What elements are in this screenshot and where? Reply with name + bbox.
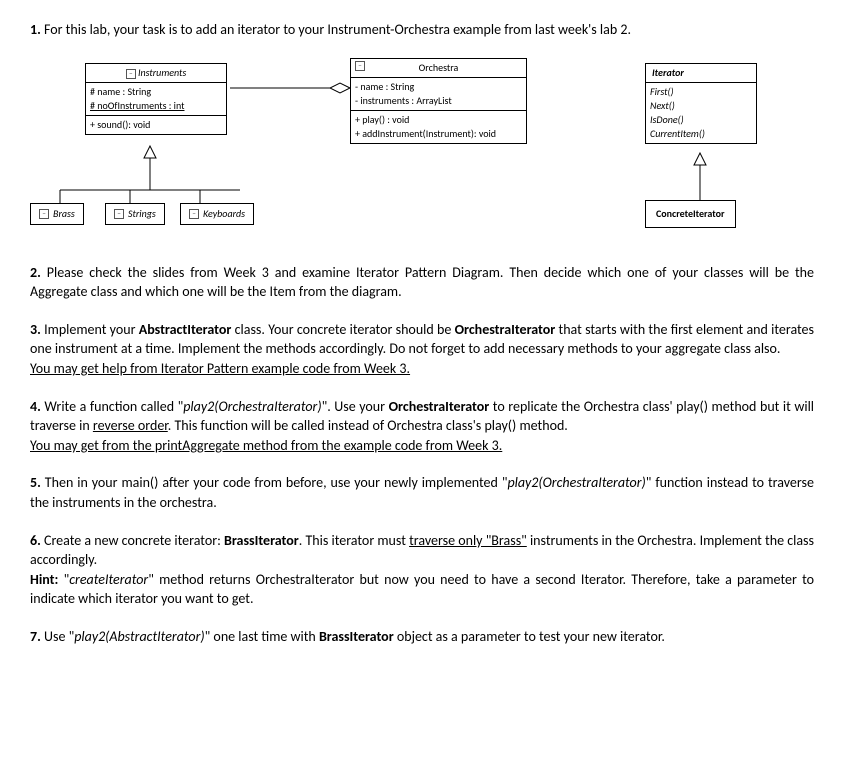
collapse-icon: − — [189, 209, 199, 219]
q3-help-note: You may get help from Iterator Pattern e… — [30, 360, 410, 377]
q7-number: 7. — [30, 628, 41, 645]
uml-instruments-title: − Instruments — [86, 64, 226, 83]
collapse-icon: − — [39, 209, 49, 219]
uml-orchestra-ops: + play() : void + addInstrument(Instrume… — [351, 111, 526, 143]
q4-number: 4. — [30, 398, 41, 415]
question-7: 7. Use "play2(AbstractIterator)" one las… — [30, 627, 814, 647]
collapse-icon: − — [114, 209, 124, 219]
question-3: 3. Implement your AbstractIterator class… — [30, 320, 814, 379]
question-6: 6. Create a new concrete iterator: Brass… — [30, 531, 814, 609]
q1-text: For this lab, your task is to add an ite… — [44, 21, 631, 38]
q6-hint-label: Hint: — [30, 571, 58, 588]
uml-instruments-ops: + sound(): void — [86, 116, 226, 134]
uml-instruments-attrs: # name : String # noOfInstruments : int — [86, 83, 226, 116]
uml-iterator-title: Iterator — [646, 64, 756, 83]
q4-help-note: You may get from the printAggregate meth… — [30, 437, 502, 454]
uml-diagram: − Instruments # name : String # noOfInst… — [30, 58, 814, 238]
q2-text: Please check the slides from Week 3 and … — [30, 264, 814, 301]
uml-concrete-iterator: ConcreteIterator — [645, 200, 736, 228]
collapse-icon: − — [126, 69, 136, 79]
q3-number: 3. — [30, 321, 41, 338]
collapse-icon: − — [355, 61, 365, 71]
q2-number: 2. — [30, 264, 41, 281]
uml-orchestra: − Orchestra - name : String - instrument… — [350, 58, 527, 144]
q6-number: 6. — [30, 532, 41, 549]
uml-instruments: − Instruments # name : String # noOfInst… — [85, 63, 227, 135]
q1-number: 1. — [30, 21, 41, 38]
question-5: 5. Then in your main() after your code f… — [30, 473, 814, 512]
question-1: 1. For this lab, your task is to add an … — [30, 20, 814, 40]
uml-orchestra-title: − Orchestra — [351, 59, 526, 78]
uml-iterator: Iterator First() Next() IsDone() Current… — [645, 63, 757, 144]
question-4: 4. Write a function called "play2(Orches… — [30, 397, 814, 456]
uml-orchestra-attrs: - name : String - instruments : ArrayLis… — [351, 78, 526, 111]
uml-keyboards: − Keyboards — [180, 203, 254, 225]
uml-brass: − Brass — [30, 203, 84, 225]
uml-iterator-methods: First() Next() IsDone() CurrentItem() — [646, 83, 756, 143]
q5-number: 5. — [30, 474, 41, 491]
question-2: 2. Please check the slides from Week 3 a… — [30, 263, 814, 302]
uml-strings: − Strings — [105, 203, 165, 225]
